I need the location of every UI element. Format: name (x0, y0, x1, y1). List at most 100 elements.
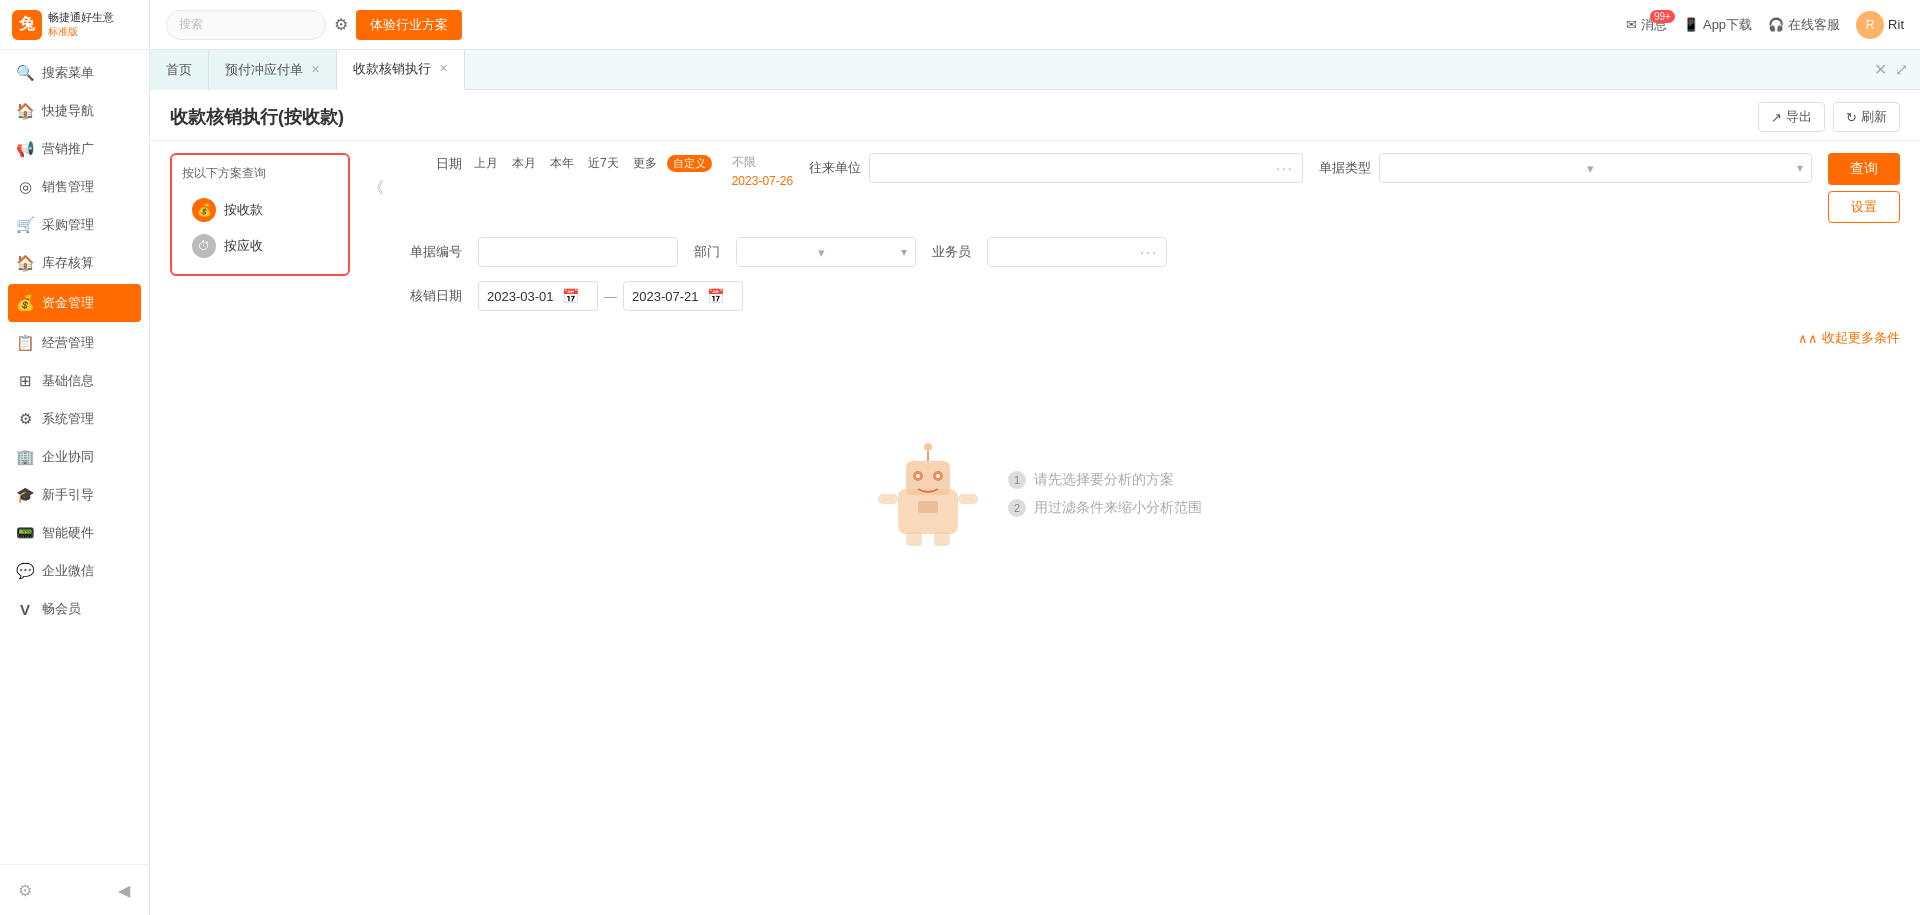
empty-robot-illustration (868, 439, 988, 549)
doc-type-select[interactable]: ▾ (1379, 153, 1812, 183)
sidebar-label-finance: 资金管理 (42, 294, 94, 312)
tabs-actions: ✕ ⤢ (1874, 60, 1920, 79)
refresh-label: 刷新 (1861, 108, 1887, 126)
sidebar-item-sales[interactable]: ◎ 销售管理 (0, 168, 149, 206)
doc-number-label: 单据编号 (402, 243, 462, 261)
filter-option-receivable-label: 按应收 (224, 237, 263, 255)
filter-right: 日期 上月 本月 本年 近7天 更多 自定义 不限 2023-07-26 (402, 153, 1900, 347)
sidebar-item-hardware[interactable]: 📟 智能硬件 (0, 514, 149, 552)
sidebar-item-guide[interactable]: 🎓 新手引导 (0, 476, 149, 514)
hint-text-2: 用过滤条件来缩小分析范围 (1034, 499, 1202, 517)
sidebar-label-wechat: 企业微信 (42, 562, 94, 580)
sidebar-item-search[interactable]: 🔍 搜索菜单 (0, 54, 149, 92)
doc-type-label: 单据类型 (1319, 159, 1371, 177)
tab-home[interactable]: 首页 (150, 50, 209, 90)
topbar-search-text: 搜索 (179, 16, 203, 33)
doc-number-input[interactable] (478, 237, 678, 267)
dept-chevron-icon: ▾ (818, 245, 825, 260)
query-btn[interactable]: 查询 (1828, 153, 1900, 185)
online-service-label: 在线客服 (1788, 16, 1840, 34)
sidebar-item-purchase[interactable]: 🛒 采购管理 (0, 206, 149, 244)
counterparty-input[interactable]: ··· (869, 153, 1302, 183)
tab-close-window-btn[interactable]: ✕ (1874, 60, 1887, 79)
filter-row-3: 核销日期 2023-03-01 📅 — 2023-07-21 📅 (402, 281, 1900, 311)
sidebar-item-finance[interactable]: 💰 资金管理 (8, 284, 141, 322)
topbar-left: 搜索 ⚙ 体验行业方案 (166, 10, 1614, 40)
marketing-icon: 📢 (16, 140, 34, 158)
refresh-btn[interactable]: ↻ 刷新 (1833, 102, 1900, 132)
sidebar-item-inventory[interactable]: 🏠 库存核算 (0, 244, 149, 282)
dept-select[interactable]: ▾ (736, 237, 916, 267)
sidebar-item-system[interactable]: ⚙ 系统管理 (0, 400, 149, 438)
tab-collection-close[interactable]: ✕ (439, 62, 448, 75)
sidebar-item-operations[interactable]: 📋 经营管理 (0, 324, 149, 362)
date-tab-last-month[interactable]: 上月 (470, 153, 502, 174)
empty-hints: 1 请先选择要分析的方案 2 用过滤条件来缩小分析范围 (1008, 471, 1202, 517)
writeoff-date-end[interactable]: 2023-07-21 📅 (623, 281, 743, 311)
system-icon: ⚙ (16, 410, 34, 428)
svg-point-4 (916, 474, 920, 478)
sales-icon: ◎ (16, 178, 34, 196)
hardware-icon: 📟 (16, 524, 34, 542)
filter-box-title: 按以下方案查询 (182, 165, 338, 182)
sidebar-item-wechat[interactable]: 💬 企业微信 (0, 552, 149, 590)
sidebar-item-marketing[interactable]: 📢 营销推广 (0, 130, 149, 168)
message-icon: ✉ (1626, 17, 1637, 32)
sidebar-label-member: 畅会员 (42, 600, 81, 618)
app-download-label: App下载 (1703, 16, 1752, 34)
tab-collection-label: 收款核销执行 (353, 60, 431, 78)
sidebar-item-enterprise[interactable]: 🏢 企业协同 (0, 438, 149, 476)
sidebar-item-member[interactable]: V 畅会员 (0, 590, 149, 628)
online-service-btn[interactable]: 🎧 在线客服 (1768, 16, 1840, 34)
staff-label: 业务员 (932, 243, 971, 261)
tab-collection[interactable]: 收款核销执行 ✕ (337, 50, 465, 90)
collapse-sidebar-btn[interactable]: ◀ (109, 875, 139, 905)
tab-prepay[interactable]: 预付冲应付单 ✕ (209, 50, 337, 90)
date-tab-more[interactable]: 更多 (629, 153, 661, 174)
date-custom-badge[interactable]: 自定义 (667, 155, 712, 172)
content-area: 收款核销执行(按收款) ↗ 导出 ↻ 刷新 按以下方案查询 💰 (150, 90, 1920, 915)
app-name: 畅捷通好生意 (48, 10, 114, 24)
date-label: 日期 (402, 155, 462, 173)
wechat-icon: 💬 (16, 562, 34, 580)
writeoff-start-value: 2023-03-01 (487, 289, 554, 304)
date-tab-7days[interactable]: 近7天 (584, 153, 623, 174)
export-icon: ↗ (1771, 110, 1782, 125)
user-area[interactable]: R Rit (1856, 11, 1904, 39)
sidebar-item-quick-nav[interactable]: 🏠 快捷导航 (0, 92, 149, 130)
date-tab-this-year[interactable]: 本年 (546, 153, 578, 174)
chevron-down-icon: ▾ (1587, 161, 1594, 176)
tab-expand-btn[interactable]: ⤢ (1895, 60, 1908, 79)
page-title: 收款核销执行(按收款) (170, 105, 344, 129)
sidebar-label-inventory: 库存核算 (42, 254, 94, 272)
message-btn[interactable]: ✉ 消息 99+ (1626, 16, 1667, 34)
sidebar-bottom: ⚙ ◀ (0, 864, 149, 915)
industry-solution-btn[interactable]: 体验行业方案 (356, 10, 462, 40)
hint-number-1: 1 (1008, 471, 1026, 489)
filter-option-collection-label: 按收款 (224, 201, 263, 219)
collapse-filter-btn[interactable]: 《 (366, 163, 386, 213)
collapse-up-icon: ∧∧ (1798, 331, 1818, 346)
headset-icon: 🎧 (1768, 17, 1784, 32)
writeoff-date-start[interactable]: 2023-03-01 📅 (478, 281, 598, 311)
collapse-more-btn[interactable]: ∧∧ 收起更多条件 (1798, 329, 1900, 347)
avatar: R (1856, 11, 1884, 39)
filter-option-by-receivable[interactable]: ⏱ 按应收 (182, 228, 338, 264)
sidebar-label-purchase: 采购管理 (42, 216, 94, 234)
staff-input[interactable]: ··· (987, 237, 1167, 267)
sidebar-label-guide: 新手引导 (42, 486, 94, 504)
tabs-bar: 首页 预付冲应付单 ✕ 收款核销执行 ✕ ✕ ⤢ (150, 50, 1920, 90)
topbar-gear-icon[interactable]: ⚙ (334, 15, 348, 34)
sidebar-item-basic[interactable]: ⊞ 基础信息 (0, 362, 149, 400)
dept-label: 部门 (694, 243, 720, 261)
app-download-btn[interactable]: 📱 App下载 (1683, 16, 1752, 34)
tab-prepay-close[interactable]: ✕ (311, 63, 320, 76)
filter-option-by-collection[interactable]: 💰 按收款 (182, 192, 338, 228)
date-tab-this-month[interactable]: 本月 (508, 153, 540, 174)
app-edition: 标准版 (48, 25, 114, 39)
topbar-right: ✉ 消息 99+ 📱 App下载 🎧 在线客服 R Rit (1626, 11, 1904, 39)
settings-gear-btn[interactable]: ⚙ (10, 875, 40, 905)
filter-settings-btn[interactable]: 设置 (1828, 191, 1900, 223)
export-btn[interactable]: ↗ 导出 (1758, 102, 1825, 132)
inventory-icon: 🏠 (16, 254, 34, 272)
